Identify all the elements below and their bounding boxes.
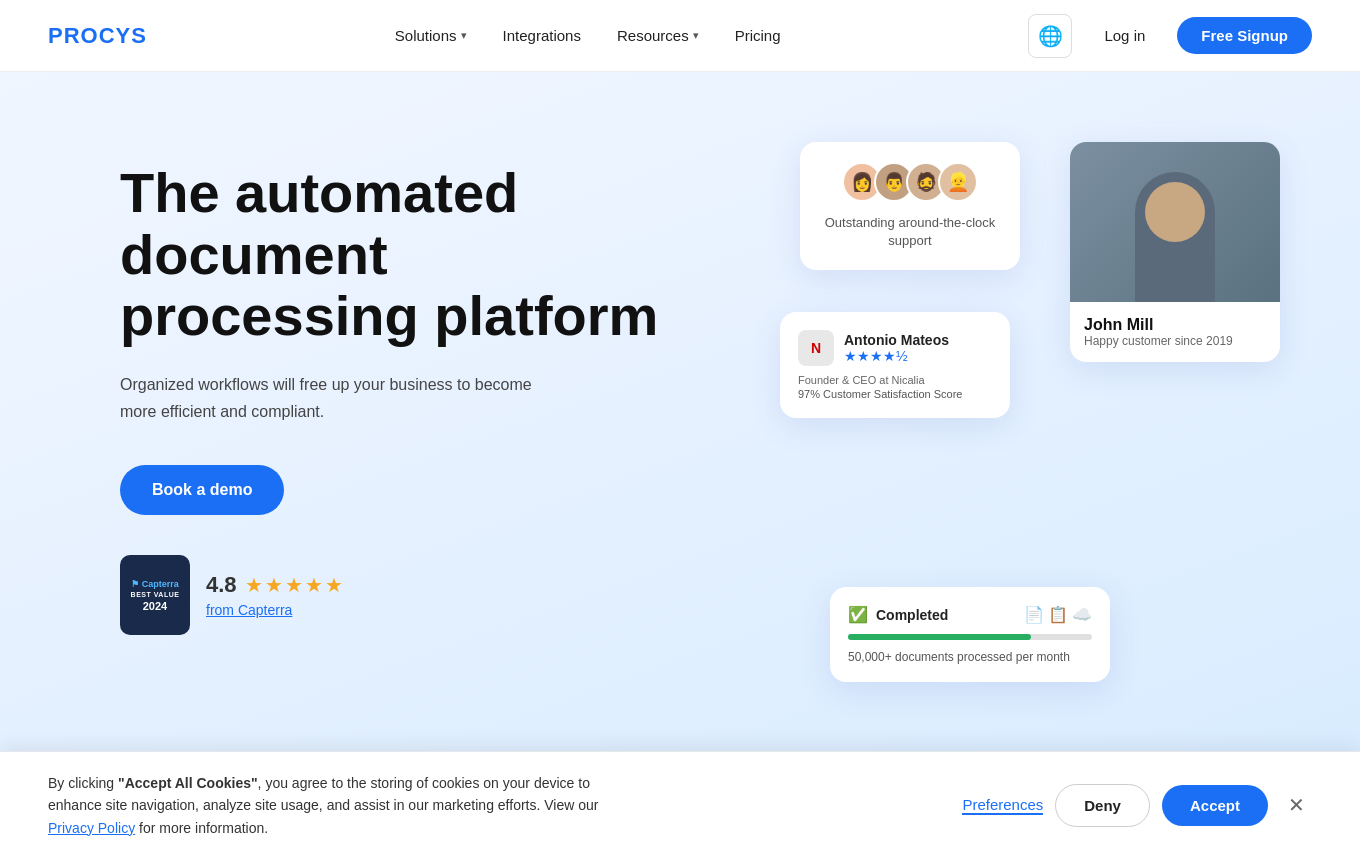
nav-resources[interactable]: Resources ▾	[603, 19, 713, 52]
capterra-info: 4.8 ★★★★★ from Capterra	[206, 572, 345, 618]
solutions-label: Solutions	[395, 27, 457, 44]
avatar-4: 👱	[938, 162, 978, 202]
testimonial-logo: N	[798, 330, 834, 366]
completed-card: ✅ Completed 📄 📋 ☁️ 50,000+ documents pro…	[830, 587, 1110, 682]
avatar-row: 👩 👨 🧔 👱	[842, 162, 978, 202]
cloud-icon: ☁️	[1072, 605, 1092, 624]
demo-button[interactable]: Book a demo	[120, 465, 284, 515]
progress-bar-background	[848, 634, 1092, 640]
doc-icon-2: 📋	[1048, 605, 1068, 624]
stars-icon: ★★★★★	[245, 573, 345, 597]
accept-button[interactable]: Accept	[1162, 785, 1268, 824]
capterra-row: ⚑ Capterra BEST VALUE 2024 4.8 ★★★★★ fro…	[120, 555, 660, 635]
docs-count: 50,000+ documents processed per month	[848, 650, 1092, 664]
cookie-actions: Preferences Deny Accept ✕	[962, 784, 1312, 824]
completed-header: ✅ Completed 📄 📋 ☁️	[848, 605, 1092, 624]
cookie-text-end: for more information.	[135, 820, 268, 824]
testimonial-score: 97% Customer Satisfaction Score	[798, 388, 992, 400]
support-text: Outstanding around-the-clock support	[820, 214, 1000, 250]
john-card: John Mill Happy customer since 2019	[1070, 142, 1280, 362]
john-name: John Mill	[1084, 316, 1266, 334]
integrations-label: Integrations	[503, 27, 581, 44]
john-info: John Mill Happy customer since 2019	[1070, 302, 1280, 362]
capterra-badge: ⚑ Capterra BEST VALUE 2024	[120, 555, 190, 635]
privacy-policy-link[interactable]: Privacy Policy	[48, 820, 135, 824]
testimonial-info: Antonio Mateos ★★★★½	[844, 332, 949, 364]
logo[interactable]: PROCYS	[48, 23, 147, 49]
testimonial-role: Founder & CEO at Nicalia	[798, 374, 992, 386]
nav-solutions[interactable]: Solutions ▾	[381, 19, 481, 52]
resources-chevron-icon: ▾	[693, 29, 699, 42]
preferences-link[interactable]: Preferences	[962, 796, 1043, 815]
login-button[interactable]: Log in	[1084, 17, 1165, 54]
check-icon: ✅	[848, 605, 868, 624]
testimonial-card: N Antonio Mateos ★★★★½ Founder & CEO at …	[780, 312, 1010, 418]
john-subtitle: Happy customer since 2019	[1084, 334, 1266, 348]
cookie-text-before: By clicking	[48, 775, 118, 791]
john-photo	[1070, 142, 1280, 302]
globe-icon: 🌐	[1038, 24, 1063, 48]
nav-pricing[interactable]: Pricing	[721, 19, 795, 52]
language-selector-button[interactable]: 🌐	[1028, 14, 1072, 58]
capterra-best-value: BEST VALUE	[131, 591, 180, 598]
solutions-chevron-icon: ▾	[461, 29, 467, 42]
hero-left: The automated document processing platfo…	[120, 142, 660, 635]
nav-right: 🌐 Log in Free Signup	[1028, 14, 1312, 58]
capterra-rating: 4.8 ★★★★★	[206, 572, 345, 598]
support-card: 👩 👨 🧔 👱 Outstanding around-the-clock sup…	[800, 142, 1020, 270]
cookie-text: By clicking "Accept All Cookies", you ag…	[48, 772, 628, 824]
pricing-label: Pricing	[735, 27, 781, 44]
progress-bar-fill	[848, 634, 1031, 640]
nav-links: Solutions ▾ Integrations Resources ▾ Pri…	[381, 19, 795, 52]
rating-number: 4.8	[206, 572, 237, 598]
hero-title: The automated document processing platfo…	[120, 162, 660, 347]
navbar: PROCYS Solutions ▾ Integrations Resource…	[0, 0, 1360, 72]
deny-button[interactable]: Deny	[1055, 784, 1150, 824]
capterra-link[interactable]: from Capterra	[206, 602, 345, 618]
signup-button[interactable]: Free Signup	[1177, 17, 1312, 54]
nav-integrations[interactable]: Integrations	[489, 19, 595, 52]
testimonial-name: Antonio Mateos	[844, 332, 949, 348]
close-button[interactable]: ✕	[1280, 789, 1312, 821]
document-icons: 📄 📋 ☁️	[1024, 605, 1092, 624]
completed-label: Completed	[876, 607, 948, 623]
close-icon: ✕	[1288, 793, 1305, 817]
hero-cards: 👩 👨 🧔 👱 Outstanding around-the-clock sup…	[780, 142, 1280, 692]
cookie-bold-text: "Accept All Cookies"	[118, 775, 258, 791]
testimonial-stars-icon: ★★★★½	[844, 348, 949, 364]
cookie-banner: By clicking "Accept All Cookies", you ag…	[0, 751, 1360, 824]
capterra-year: 2024	[143, 600, 167, 612]
hero-subtitle: Organized workflows will free up your bu…	[120, 371, 570, 425]
capterra-logo-text: ⚑ Capterra	[131, 579, 179, 589]
resources-label: Resources	[617, 27, 689, 44]
doc-icon-1: 📄	[1024, 605, 1044, 624]
john-head	[1145, 182, 1205, 242]
hero-section: The automated document processing platfo…	[0, 72, 1360, 772]
testimonial-header: N Antonio Mateos ★★★★½	[798, 330, 992, 366]
